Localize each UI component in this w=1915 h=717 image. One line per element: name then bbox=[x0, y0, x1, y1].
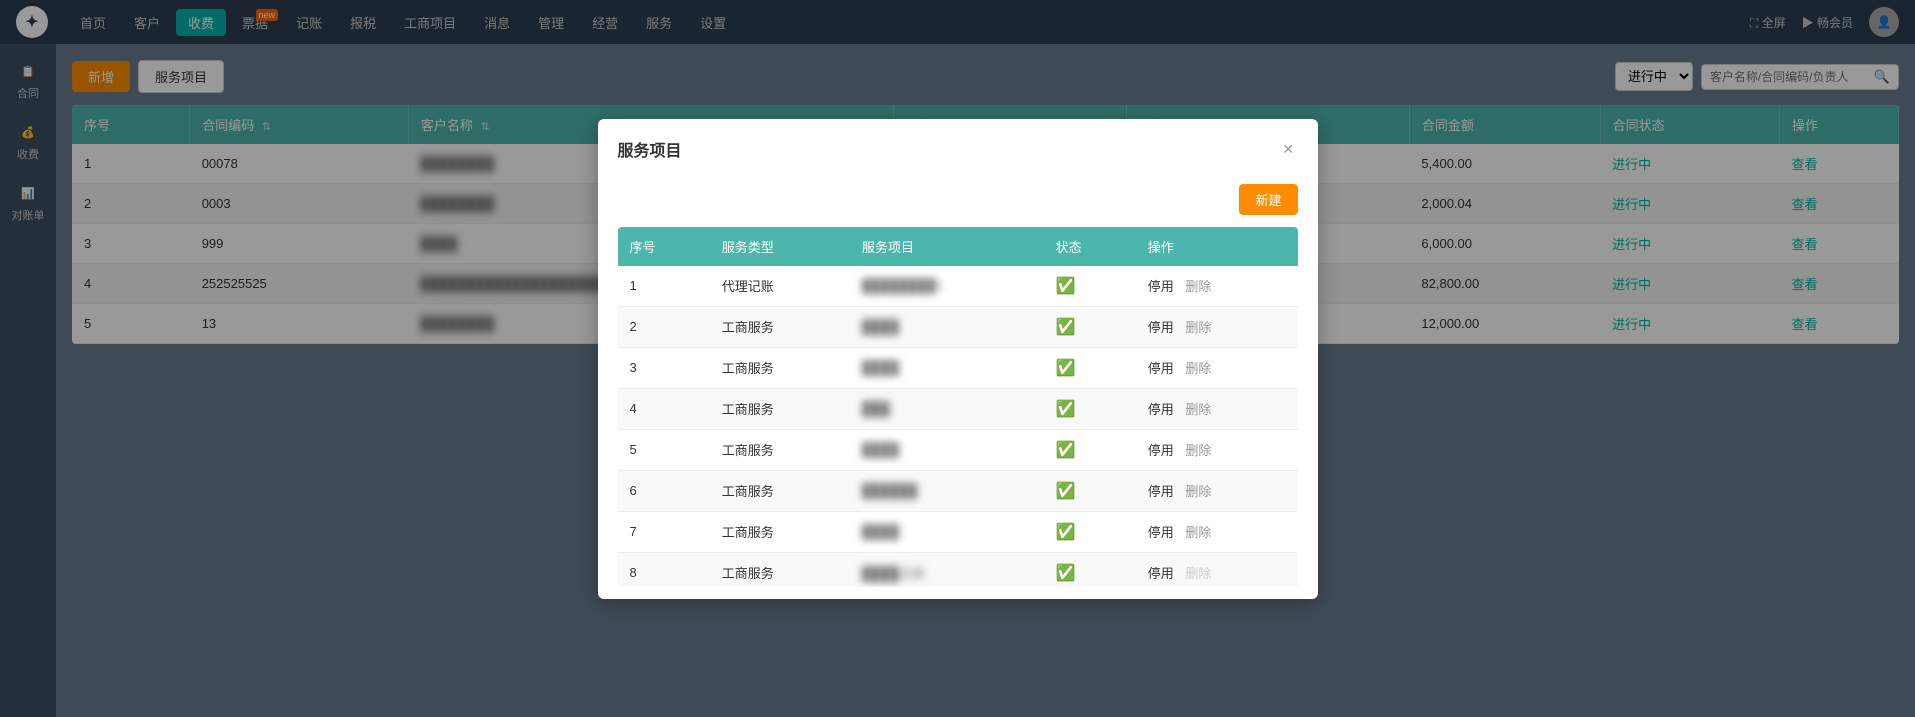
status-check-icon: ✅ bbox=[1056, 565, 1076, 582]
status-check-icon: ✅ bbox=[1056, 483, 1076, 500]
modal-table-scroll[interactable]: 序号 服务类型 服务项目 状态 操作 1 代理记账 ████████1 ✅ 停用… bbox=[618, 227, 1298, 587]
modal-row-type: 工商服务 bbox=[710, 470, 850, 511]
status-check-icon: ✅ bbox=[1056, 278, 1076, 295]
delete-button[interactable]: 删除 bbox=[1185, 443, 1211, 458]
modal-row-action: 停用 删除 bbox=[1136, 388, 1298, 429]
modal-row-seq: 6 bbox=[618, 470, 710, 511]
modal-row-type: 工商服务 bbox=[710, 511, 850, 552]
modal-row-seq: 5 bbox=[618, 429, 710, 470]
mth-action: 操作 bbox=[1136, 227, 1298, 266]
modal-row-status: ✅ bbox=[1044, 347, 1136, 388]
status-check-icon: ✅ bbox=[1056, 442, 1076, 459]
modal-row-status: ✅ bbox=[1044, 306, 1136, 347]
modal-row-action: 停用 删除 bbox=[1136, 511, 1298, 552]
modal-row-type: 工商服务 bbox=[710, 388, 850, 429]
modal-row-action: 停用 删除 bbox=[1136, 266, 1298, 307]
modal-row-status: ✅ bbox=[1044, 388, 1136, 429]
modal-header-row: 序号 服务类型 服务项目 状态 操作 bbox=[618, 227, 1298, 266]
modal-overlay[interactable]: 服务项目 × 新建 序号 服务类型 服务项目 状态 操作 bbox=[0, 0, 1915, 717]
delete-button[interactable]: 删除 bbox=[1185, 361, 1211, 376]
delete-button[interactable]: 删除 bbox=[1185, 402, 1211, 417]
stop-button[interactable]: 停用 bbox=[1148, 525, 1174, 540]
list-item: 7 工商服务 ████ ✅ 停用 删除 bbox=[618, 511, 1298, 552]
modal-header: 服务项目 × bbox=[598, 119, 1318, 172]
modal-toolbar: 新建 bbox=[618, 184, 1298, 215]
modal-row-seq: 7 bbox=[618, 511, 710, 552]
modal-row-type: 工商服务 bbox=[710, 429, 850, 470]
list-item: 1 代理记账 ████████1 ✅ 停用 删除 bbox=[618, 266, 1298, 307]
modal-row-action: 停用 删除 bbox=[1136, 347, 1298, 388]
modal-row-item: ████ bbox=[850, 429, 1044, 470]
modal-row-seq: 8 bbox=[618, 552, 710, 587]
stop-button[interactable]: 停用 bbox=[1148, 279, 1174, 294]
modal-row-seq: 1 bbox=[618, 266, 710, 307]
modal-row-status: ✅ bbox=[1044, 511, 1136, 552]
modal-row-item: ███ bbox=[850, 388, 1044, 429]
status-check-icon: ✅ bbox=[1056, 524, 1076, 541]
stop-button[interactable]: 停用 bbox=[1148, 566, 1174, 581]
stop-button[interactable]: 停用 bbox=[1148, 484, 1174, 499]
modal-row-type: 代理记账 bbox=[710, 266, 850, 307]
delete-button: 删除 bbox=[1185, 566, 1211, 581]
modal-row-status: ✅ bbox=[1044, 266, 1136, 307]
delete-button[interactable]: 删除 bbox=[1185, 525, 1211, 540]
modal-row-status: ✅ bbox=[1044, 429, 1136, 470]
mth-seq: 序号 bbox=[618, 227, 710, 266]
modal-row-item: ████ bbox=[850, 511, 1044, 552]
modal-row-type: 工商服务 bbox=[710, 347, 850, 388]
modal-body: 新建 序号 服务类型 服务项目 状态 操作 1 代理记账 bbox=[598, 172, 1318, 599]
modal-row-seq: 2 bbox=[618, 306, 710, 347]
delete-button[interactable]: 删除 bbox=[1185, 484, 1211, 499]
modal-row-status: ✅ bbox=[1044, 552, 1136, 587]
modal-row-action: 停用 删除 bbox=[1136, 470, 1298, 511]
service-table: 序号 服务类型 服务项目 状态 操作 1 代理记账 ████████1 ✅ 停用… bbox=[618, 227, 1298, 587]
stop-button[interactable]: 停用 bbox=[1148, 402, 1174, 417]
modal-row-action: 停用 删除 bbox=[1136, 552, 1298, 587]
list-item: 5 工商服务 ████ ✅ 停用 删除 bbox=[618, 429, 1298, 470]
modal-row-status: ✅ bbox=[1044, 470, 1136, 511]
service-modal: 服务项目 × 新建 序号 服务类型 服务项目 状态 操作 bbox=[598, 119, 1318, 599]
stop-button[interactable]: 停用 bbox=[1148, 361, 1174, 376]
modal-row-item: ████ bbox=[850, 347, 1044, 388]
modal-row-item: ████████1 bbox=[850, 266, 1044, 307]
modal-row-action: 停用 删除 bbox=[1136, 306, 1298, 347]
modal-row-item: ████注册 bbox=[850, 552, 1044, 587]
mth-type: 服务类型 bbox=[710, 227, 850, 266]
mth-status: 状态 bbox=[1044, 227, 1136, 266]
modal-row-action: 停用 删除 bbox=[1136, 429, 1298, 470]
modal-row-seq: 3 bbox=[618, 347, 710, 388]
modal-row-seq: 4 bbox=[618, 388, 710, 429]
modal-new-button[interactable]: 新建 bbox=[1239, 184, 1297, 215]
list-item: 2 工商服务 ████ ✅ 停用 删除 bbox=[618, 306, 1298, 347]
status-check-icon: ✅ bbox=[1056, 401, 1076, 418]
modal-close-button[interactable]: × bbox=[1279, 135, 1298, 164]
delete-button[interactable]: 删除 bbox=[1185, 320, 1211, 335]
list-item: 3 工商服务 ████ ✅ 停用 删除 bbox=[618, 347, 1298, 388]
modal-row-type: 工商服务 bbox=[710, 306, 850, 347]
list-item: 6 工商服务 ██████ ✅ 停用 删除 bbox=[618, 470, 1298, 511]
delete-button[interactable]: 删除 bbox=[1185, 279, 1211, 294]
modal-row-type: 工商服务 bbox=[710, 552, 850, 587]
list-item: 4 工商服务 ███ ✅ 停用 删除 bbox=[618, 388, 1298, 429]
modal-title: 服务项目 bbox=[618, 137, 682, 161]
stop-button[interactable]: 停用 bbox=[1148, 443, 1174, 458]
modal-row-item: ████ bbox=[850, 306, 1044, 347]
mth-item: 服务项目 bbox=[850, 227, 1044, 266]
modal-row-item: ██████ bbox=[850, 470, 1044, 511]
status-check-icon: ✅ bbox=[1056, 319, 1076, 336]
list-item: 8 工商服务 ████注册 ✅ 停用 删除 bbox=[618, 552, 1298, 587]
stop-button[interactable]: 停用 bbox=[1148, 320, 1174, 335]
status-check-icon: ✅ bbox=[1056, 360, 1076, 377]
